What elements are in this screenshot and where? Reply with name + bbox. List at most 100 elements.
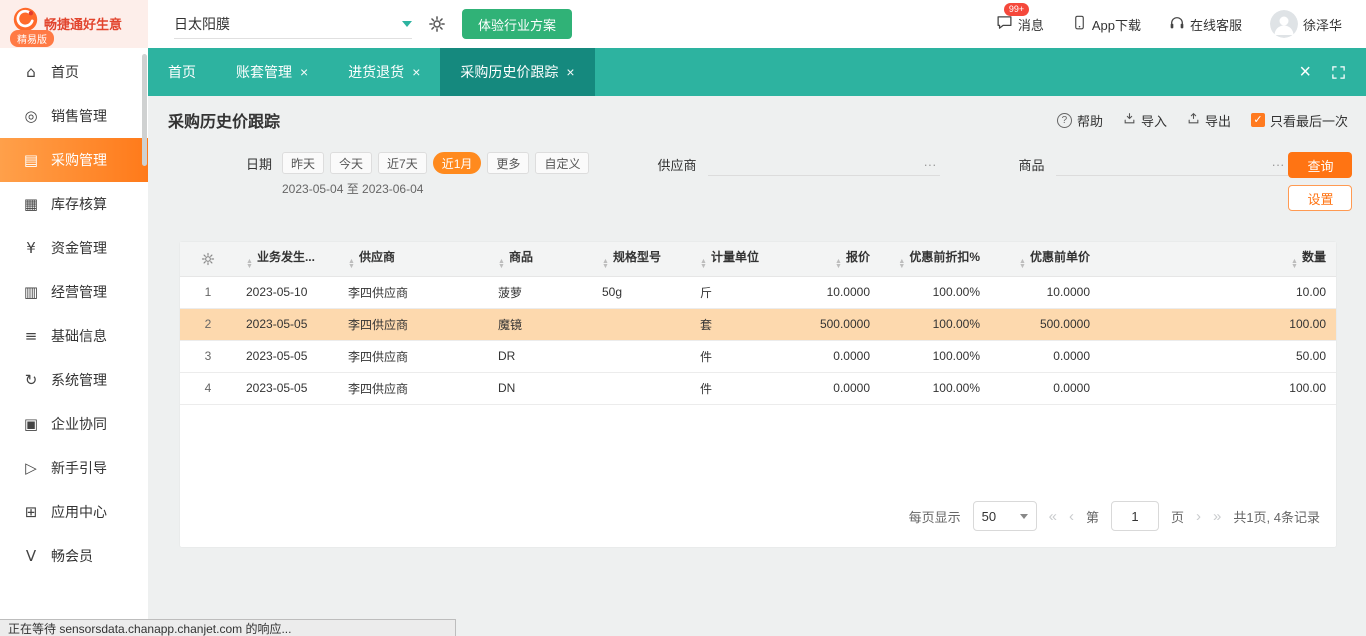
logo-title: 畅捷通好生意: [44, 14, 122, 33]
close-all-tabs-icon[interactable]: ×: [1299, 62, 1311, 82]
sidebar-item-operations[interactable]: ▥ 经营管理: [0, 270, 148, 314]
body: ⌂ 首页 ◎ 销售管理 ▤ 采购管理 ▦ 库存核算 ¥ 资金管理 ▥ 经营管理: [0, 48, 1366, 636]
page-number-input[interactable]: 1: [1111, 501, 1159, 531]
cell-discount: 100.00%: [880, 372, 990, 404]
page-suffix-label: 页: [1171, 507, 1184, 526]
col-header-discount[interactable]: 优惠前折扣%: [880, 242, 990, 276]
settings-button[interactable]: 设置: [1288, 185, 1352, 211]
tab-account-books[interactable]: 账套管理 ×: [216, 48, 328, 96]
product-input[interactable]: ···: [1056, 152, 1288, 176]
settings-gear-icon[interactable]: [428, 15, 446, 33]
tab-purchase-history-price[interactable]: 采购历史价跟踪 ×: [440, 48, 594, 96]
sidebar-item-funds[interactable]: ¥ 资金管理: [0, 226, 148, 270]
checkbox-checked-icon[interactable]: ✓: [1251, 113, 1265, 127]
results-table: 业务发生... 供应商 商品 规格型号 计量单位 报价 优惠前折扣% 优惠前单价…: [180, 242, 1336, 405]
help-icon: ?: [1057, 113, 1072, 128]
sidebar-item-purchase[interactable]: ▤ 采购管理: [0, 138, 148, 182]
supplier-filter-group: 供应商 ···: [657, 152, 940, 176]
col-header-unit[interactable]: 计量单位: [690, 242, 790, 276]
sidebar-item-basic-info[interactable]: ≡ 基础信息: [0, 314, 148, 358]
chat-bubble-icon: [996, 14, 1013, 34]
col-header-qty[interactable]: 数量: [1100, 242, 1336, 276]
cell-product: 魔镜: [488, 308, 592, 340]
date-chip-lastmonth[interactable]: 近1月: [433, 152, 482, 174]
sidebar-item-label: 库存核算: [51, 194, 107, 214]
ellipsis-picker-icon[interactable]: ···: [923, 157, 936, 172]
cell-index: 1: [180, 276, 236, 308]
date-chip-yesterday[interactable]: 昨天: [282, 152, 324, 174]
member-icon: V: [22, 547, 40, 565]
tab-bar: 首页 账套管理 × 进货退货 × 采购历史价跟踪 × ×: [148, 48, 1366, 96]
sidebar-item-inventory[interactable]: ▦ 库存核算: [0, 182, 148, 226]
last-only-toggle[interactable]: ✓ 只看最后一次: [1251, 111, 1348, 130]
col-header-supplier[interactable]: 供应商: [338, 242, 488, 276]
fullscreen-icon[interactable]: [1331, 65, 1346, 80]
sidebar-item-app-center[interactable]: ⊞ 应用中心: [0, 490, 148, 534]
close-icon[interactable]: ×: [566, 64, 574, 80]
col-header-spec[interactable]: 规格型号: [592, 242, 690, 276]
cell-date: 2023-05-05: [236, 308, 338, 340]
table-row[interactable]: 1 2023-05-10 李四供应商 菠萝 50g 斤 10.0000 100.…: [180, 276, 1336, 308]
date-chip-last7days[interactable]: 近7天: [378, 152, 427, 174]
sidebar-item-home[interactable]: ⌂ 首页: [0, 50, 148, 94]
col-header-date[interactable]: 业务发生...: [236, 242, 338, 276]
messages-label: 消息: [1018, 15, 1044, 34]
cell-unit: 件: [690, 372, 790, 404]
date-chip-today[interactable]: 今天: [330, 152, 372, 174]
cell-date: 2023-05-10: [236, 276, 338, 308]
date-chip-more[interactable]: 更多: [487, 152, 529, 174]
messages-button[interactable]: 99+ 消息: [996, 14, 1044, 34]
first-page-button[interactable]: «: [1049, 508, 1057, 525]
user-menu[interactable]: 徐泽华: [1270, 10, 1342, 38]
query-button[interactable]: 查询: [1288, 152, 1352, 178]
cell-index: 2: [180, 308, 236, 340]
sort-icon: [246, 260, 253, 269]
import-button[interactable]: 导入: [1123, 111, 1167, 130]
trial-industry-plan-button[interactable]: 体验行业方案: [462, 9, 572, 39]
sidebar-item-sales[interactable]: ◎ 销售管理: [0, 94, 148, 138]
online-service-button[interactable]: 在线客服: [1169, 15, 1242, 34]
sidebar-item-guide[interactable]: ▷ 新手引导: [0, 446, 148, 490]
company-select[interactable]: 日太阳膜: [174, 9, 412, 39]
sidebar-item-member[interactable]: V 畅会员: [0, 534, 148, 578]
col-header-product[interactable]: 商品: [488, 242, 592, 276]
app-download-button[interactable]: App下载: [1072, 15, 1141, 34]
close-icon[interactable]: ×: [412, 64, 420, 80]
cell-product: 菠萝: [488, 276, 592, 308]
export-button[interactable]: 导出: [1187, 111, 1231, 130]
column-settings-gear[interactable]: [180, 242, 236, 276]
sidebar-item-label: 基础信息: [51, 326, 107, 346]
sidebar: ⌂ 首页 ◎ 销售管理 ▤ 采购管理 ▦ 库存核算 ¥ 资金管理 ▥ 经营管理: [0, 48, 148, 636]
supplier-input[interactable]: ···: [708, 152, 940, 176]
date-chip-custom[interactable]: 自定义: [535, 152, 589, 174]
page-prefix-label: 第: [1086, 507, 1099, 526]
cell-qty: 10.00: [1100, 276, 1336, 308]
tab-home[interactable]: 首页: [148, 48, 216, 96]
help-button[interactable]: ? 帮助: [1057, 111, 1103, 130]
pagination: 每页显示 50 « ‹ 第 1 页 › » 共1页, 4条记录: [180, 501, 1336, 531]
ellipsis-picker-icon[interactable]: ···: [1271, 157, 1284, 172]
sidebar-item-system[interactable]: ↻ 系统管理: [0, 358, 148, 402]
col-header-unit-price[interactable]: 优惠前单价: [990, 242, 1100, 276]
cell-index: 3: [180, 340, 236, 372]
cell-spec: 50g: [592, 276, 690, 308]
filter-buttons: 查询 设置: [1288, 152, 1352, 211]
chevron-down-icon: [402, 21, 412, 27]
table-row[interactable]: 3 2023-05-05 李四供应商 DR 件 0.0000 100.00% 0…: [180, 340, 1336, 372]
next-page-button[interactable]: ›: [1196, 508, 1201, 525]
per-page-select[interactable]: 50: [973, 501, 1037, 531]
prev-page-button[interactable]: ‹: [1069, 508, 1074, 525]
top-bar-right: 99+ 消息 App下载 在线客服: [996, 10, 1366, 38]
sidebar-scrollbar[interactable]: [142, 54, 147, 166]
sidebar-item-collaboration[interactable]: ▣ 企业协同: [0, 402, 148, 446]
close-icon[interactable]: ×: [300, 64, 308, 80]
col-header-price[interactable]: 报价: [790, 242, 880, 276]
tab-purchase-returns[interactable]: 进货退货 ×: [328, 48, 440, 96]
table-row[interactable]: 4 2023-05-05 李四供应商 DN 件 0.0000 100.00% 0…: [180, 372, 1336, 404]
cell-qty: 100.00: [1100, 372, 1336, 404]
last-page-button[interactable]: »: [1213, 508, 1221, 525]
guide-icon: ▷: [22, 459, 40, 477]
sort-icon: [602, 260, 609, 269]
table-row-highlighted[interactable]: 2 2023-05-05 李四供应商 魔镜 套 500.0000 100.00%…: [180, 308, 1336, 340]
date-filter-group: 日期 昨天 今天 近7天 近1月 更多 自定义 2023-05-04 至 202…: [246, 152, 589, 197]
